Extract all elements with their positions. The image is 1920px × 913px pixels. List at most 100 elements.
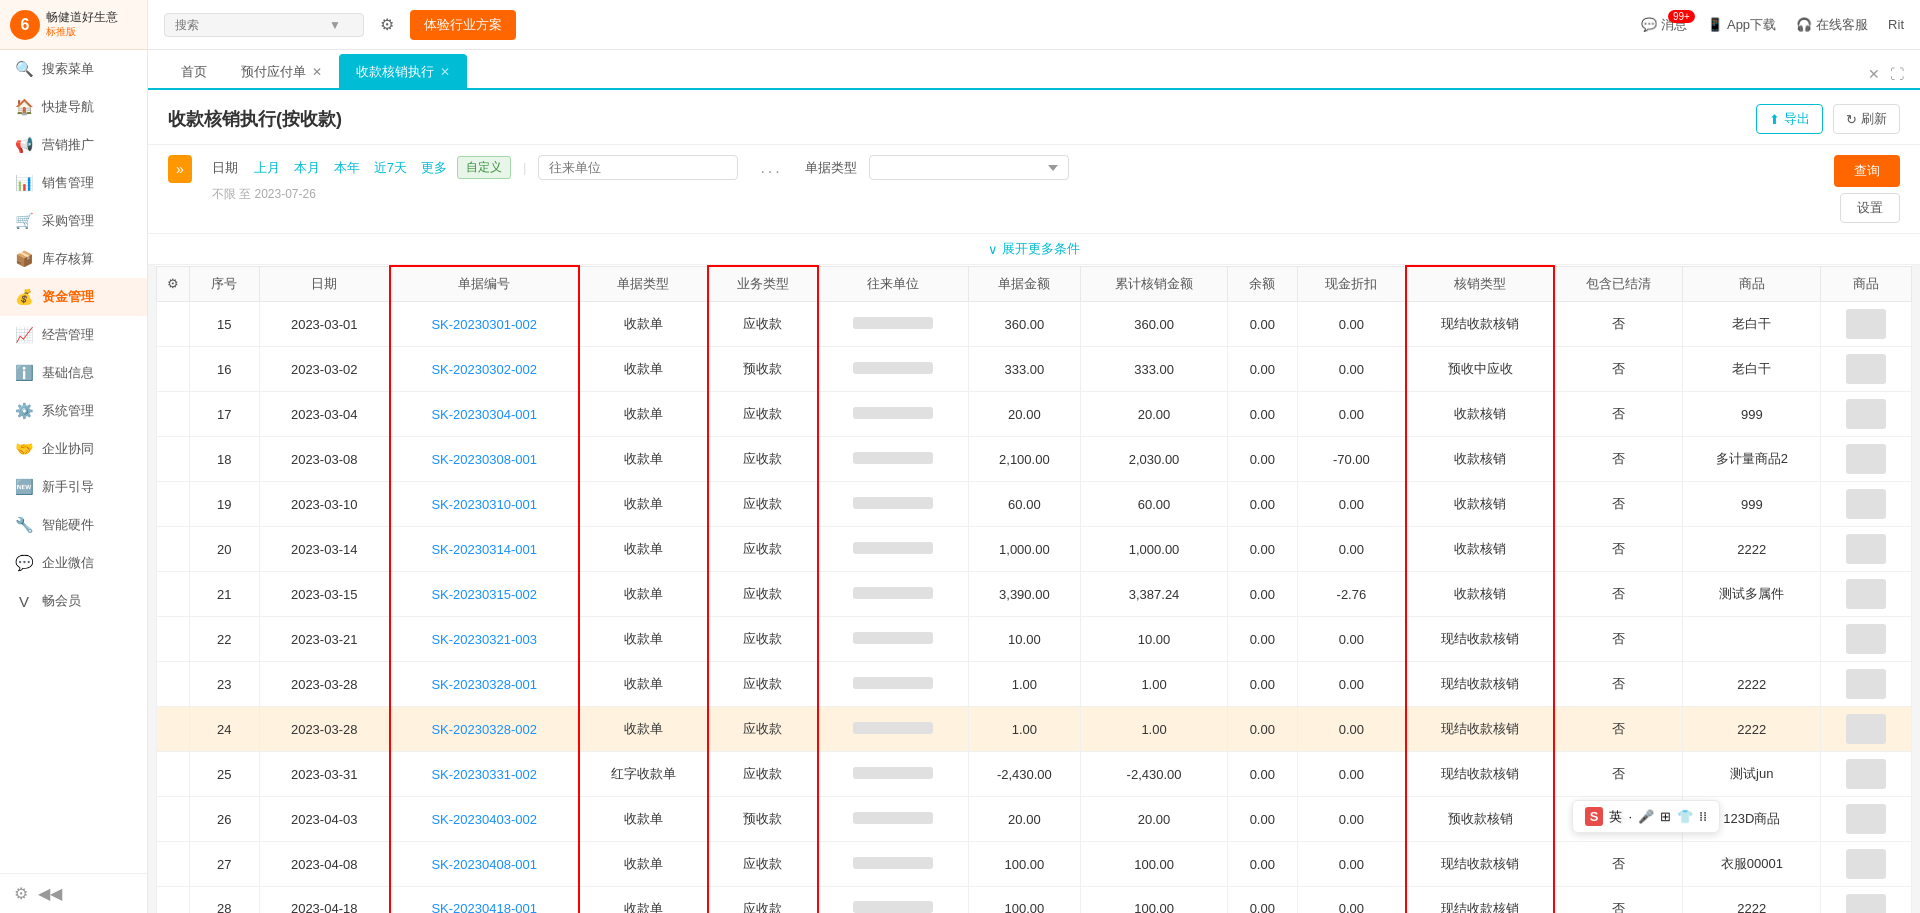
shortcut-this-year[interactable]: 本年 <box>330 157 364 179</box>
search-input[interactable] <box>175 18 325 32</box>
table-row[interactable]: 27 2023-04-08 SK-20230408-001 收款单 应收款 10… <box>157 842 1912 887</box>
solution-button[interactable]: 体验行业方案 <box>410 10 516 40</box>
row-doc-no[interactable]: SK-20230310-001 <box>390 482 579 527</box>
doc-no-link[interactable]: SK-20230403-002 <box>431 812 537 827</box>
table-area[interactable]: ⚙ 序号 日期 单据编号 单据类型 业务类型 往来单位 单据金额 累计核销金额 … <box>148 265 1920 913</box>
table-row[interactable]: 24 2023-03-28 SK-20230328-002 收款单 应收款 1.… <box>157 707 1912 752</box>
row-gear[interactable] <box>157 707 190 752</box>
row-gear[interactable] <box>157 392 190 437</box>
tab-home[interactable]: 首页 <box>164 54 224 88</box>
doc-no-link[interactable]: SK-20230321-003 <box>431 632 537 647</box>
doc-no-link[interactable]: SK-20230308-001 <box>431 452 537 467</box>
sidebar-item-basic[interactable]: ℹ️基础信息 <box>0 354 147 392</box>
table-row[interactable]: 26 2023-04-03 SK-20230403-002 收款单 预收款 20… <box>157 797 1912 842</box>
custom-date-tag[interactable]: 自定义 <box>457 156 511 179</box>
sidebar-item-guide[interactable]: 🆕新手引导 <box>0 468 147 506</box>
row-gear[interactable] <box>157 887 190 914</box>
sidebar-item-hardware[interactable]: 🔧智能硬件 <box>0 506 147 544</box>
sidebar-item-shortcut[interactable]: 🏠快捷导航 <box>0 88 147 126</box>
doc-no-link[interactable]: SK-20230304-001 <box>431 407 537 422</box>
sidebar-item-search[interactable]: 🔍搜索菜单 <box>0 50 147 88</box>
sidebar-item-purchase[interactable]: 🛒采购管理 <box>0 202 147 240</box>
settings-gear-icon[interactable]: ⚙ <box>380 15 394 34</box>
online-service-button[interactable]: 🎧 在线客服 <box>1796 16 1868 34</box>
doc-no-link[interactable]: SK-20230314-001 <box>431 542 537 557</box>
table-row[interactable]: 19 2023-03-10 SK-20230310-001 收款单 应收款 60… <box>157 482 1912 527</box>
row-doc-no[interactable]: SK-20230302-002 <box>390 347 579 392</box>
table-row[interactable]: 17 2023-03-04 SK-20230304-001 收款单 应收款 20… <box>157 392 1912 437</box>
tab-close-collection[interactable]: ✕ <box>440 65 450 79</box>
table-row[interactable]: 16 2023-03-02 SK-20230302-002 收款单 预收款 33… <box>157 347 1912 392</box>
type-select[interactable] <box>869 155 1069 180</box>
sidebar-item-system[interactable]: ⚙️系统管理 <box>0 392 147 430</box>
row-doc-no[interactable]: SK-20230315-002 <box>390 572 579 617</box>
tab-close-prepayment[interactable]: ✕ <box>312 65 322 79</box>
row-gear[interactable] <box>157 617 190 662</box>
doc-no-link[interactable]: SK-20230418-001 <box>431 901 537 913</box>
row-gear[interactable] <box>157 347 190 392</box>
shortcut-more[interactable]: 更多 <box>417 157 451 179</box>
sidebar-item-member[interactable]: V畅会员 <box>0 582 147 620</box>
tab-collection[interactable]: 收款核销执行 ✕ <box>339 54 467 88</box>
row-doc-no[interactable]: SK-20230328-002 <box>390 707 579 752</box>
sidebar-item-collab[interactable]: 🤝企业协同 <box>0 430 147 468</box>
user-label[interactable]: Rit <box>1888 17 1904 32</box>
sidebar-item-operations[interactable]: 📈经营管理 <box>0 316 147 354</box>
row-doc-no[interactable]: SK-20230301-002 <box>390 302 579 347</box>
row-gear[interactable] <box>157 437 190 482</box>
table-row[interactable]: 23 2023-03-28 SK-20230328-001 收款单 应收款 1.… <box>157 662 1912 707</box>
doc-no-link[interactable]: SK-20230302-002 <box>431 362 537 377</box>
table-row[interactable]: 15 2023-03-01 SK-20230301-002 收款单 应收款 36… <box>157 302 1912 347</box>
shortcut-last-month[interactable]: 上月 <box>250 157 284 179</box>
row-gear[interactable] <box>157 797 190 842</box>
refresh-button[interactable]: ↻ 刷新 <box>1833 104 1900 134</box>
settings-icon[interactable]: ⚙ <box>14 884 28 903</box>
shortcut-7days[interactable]: 近7天 <box>370 157 411 179</box>
table-row[interactable]: 28 2023-04-18 SK-20230418-001 收款单 应收款 10… <box>157 887 1912 914</box>
app-download-button[interactable]: 📱 App下载 <box>1707 16 1776 34</box>
doc-no-link[interactable]: SK-20230315-002 <box>431 587 537 602</box>
tab-prepayment[interactable]: 预付应付单 ✕ <box>224 54 339 88</box>
sidebar-item-wechat[interactable]: 💬企业微信 <box>0 544 147 582</box>
sidebar-item-finance[interactable]: 💰资金管理 <box>0 278 147 316</box>
row-doc-no[interactable]: SK-20230314-001 <box>390 527 579 572</box>
doc-no-link[interactable]: SK-20230408-001 <box>431 857 537 872</box>
row-doc-no[interactable]: SK-20230331-002 <box>390 752 579 797</box>
doc-no-link[interactable]: SK-20230328-001 <box>431 677 537 692</box>
query-button[interactable]: 查询 <box>1834 155 1900 187</box>
row-doc-no[interactable]: SK-20230408-001 <box>390 842 579 887</box>
row-doc-no[interactable]: SK-20230321-003 <box>390 617 579 662</box>
filter-settings-button[interactable]: 设置 <box>1840 193 1900 223</box>
table-row[interactable]: 20 2023-03-14 SK-20230314-001 收款单 应收款 1,… <box>157 527 1912 572</box>
doc-no-link[interactable]: SK-20230310-001 <box>431 497 537 512</box>
sidebar-item-inventory[interactable]: 📦库存核算 <box>0 240 147 278</box>
shortcut-this-month[interactable]: 本月 <box>290 157 324 179</box>
export-button[interactable]: ⬆ 导出 <box>1756 104 1823 134</box>
row-doc-no[interactable]: SK-20230304-001 <box>390 392 579 437</box>
row-doc-no[interactable]: SK-20230418-001 <box>390 887 579 914</box>
row-gear[interactable] <box>157 572 190 617</box>
table-row[interactable]: 22 2023-03-21 SK-20230321-003 收款单 应收款 10… <box>157 617 1912 662</box>
doc-no-link[interactable]: SK-20230331-002 <box>431 767 537 782</box>
tabbar-expand-icon[interactable]: ⛶ <box>1890 66 1904 82</box>
row-doc-no[interactable]: SK-20230308-001 <box>390 437 579 482</box>
table-row[interactable]: 25 2023-03-31 SK-20230331-002 红字收款单 应收款 … <box>157 752 1912 797</box>
sidebar-item-marketing[interactable]: 📢营销推广 <box>0 126 147 164</box>
row-gear[interactable] <box>157 527 190 572</box>
filter-expand-button[interactable]: » <box>168 155 192 183</box>
row-gear[interactable] <box>157 482 190 527</box>
messages-button[interactable]: 💬 消息 99+ <box>1641 16 1687 34</box>
row-doc-no[interactable]: SK-20230403-002 <box>390 797 579 842</box>
row-gear[interactable] <box>157 302 190 347</box>
doc-no-link[interactable]: SK-20230328-002 <box>431 722 537 737</box>
row-gear[interactable] <box>157 842 190 887</box>
doc-no-link[interactable]: SK-20230301-002 <box>431 317 537 332</box>
sidebar-item-sales[interactable]: 📊销售管理 <box>0 164 147 202</box>
row-gear[interactable] <box>157 752 190 797</box>
search-box[interactable]: ▼ <box>164 13 364 37</box>
expand-more-button[interactable]: ∨ 展开更多条件 <box>988 240 1080 258</box>
unit-input[interactable] <box>538 155 738 180</box>
collapse-icon[interactable]: ◀◀ <box>38 884 62 903</box>
tabbar-close-icon[interactable]: ✕ <box>1868 66 1880 82</box>
col-gear[interactable]: ⚙ <box>157 266 190 302</box>
